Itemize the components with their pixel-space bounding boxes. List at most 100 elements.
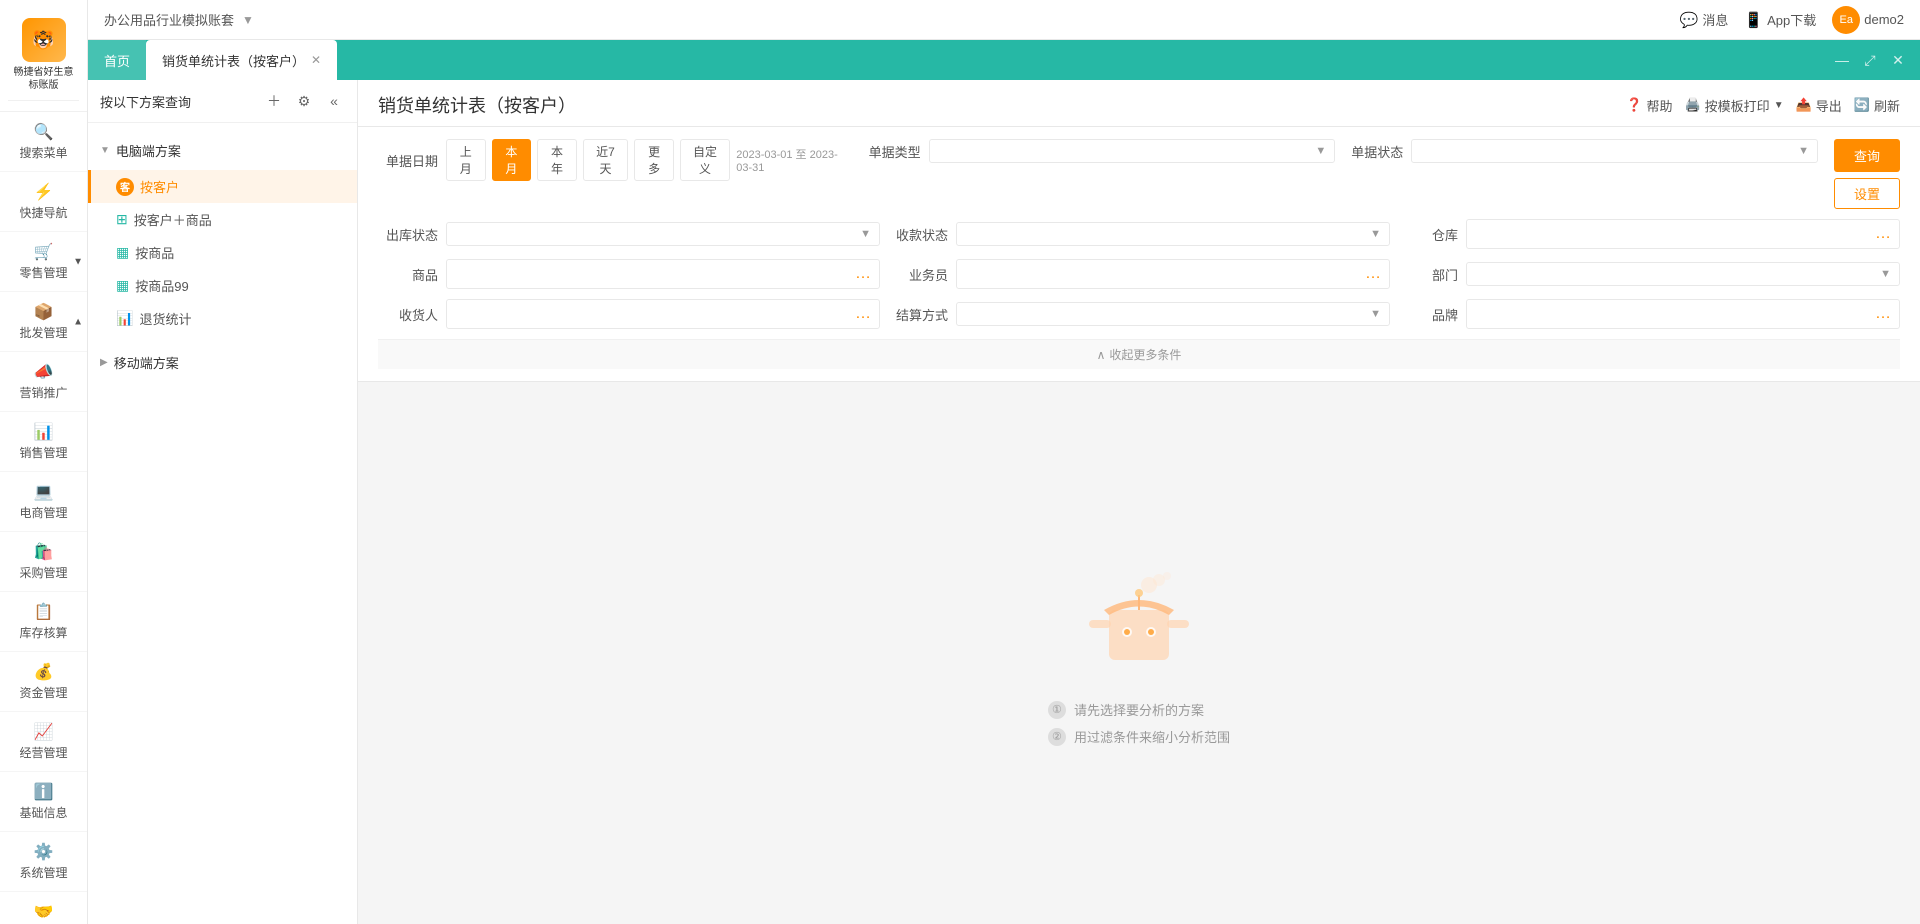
logo-text: 畅捷省好生意 标账版 [12, 66, 75, 92]
sidebar-item-basic[interactable]: ℹ️ 基础信息 [0, 772, 87, 832]
add-icon: ＋ [267, 91, 281, 111]
settlement-label: 结算方式 [888, 305, 948, 324]
collapse-row[interactable]: ∧ 收起更多条件 [378, 339, 1900, 369]
sidebar-item-wholesale[interactable]: 📦 批发管理 ▲ [0, 292, 87, 352]
header-dropdown-icon[interactable]: ▼ [242, 13, 254, 27]
export-btn[interactable]: 📤 导出 [1796, 96, 1842, 115]
sidebar-item-marketing[interactable]: 📣 营销推广 [0, 352, 87, 412]
logo: 🐯 畅捷省好生意 标账版 [0, 0, 87, 112]
settings-scheme-btn[interactable]: ⚙ [293, 90, 315, 112]
action-buttons: 查询 设置 [1826, 139, 1900, 209]
date-btn-7days[interactable]: 近7天 [583, 139, 629, 181]
table-icon: ▦ [116, 244, 129, 261]
header-left: 办公用品行业模拟账套 ▼ [104, 10, 254, 29]
outbound-select[interactable]: ▼ [446, 222, 880, 246]
sidebar-item-search[interactable]: 🔍 搜索菜单 [0, 112, 87, 172]
logo-icon: 🐯 [22, 18, 66, 62]
template-print-btn[interactable]: 🖨️ 按模板打印 ▼ [1684, 96, 1783, 115]
tree-item-by-product[interactable]: ▦ 按商品 [88, 236, 357, 269]
user-menu[interactable]: Ea demo2 [1832, 6, 1904, 34]
mobile-section-header[interactable]: ▶ 移动端方案 [88, 347, 357, 378]
sidebar-item-purchase[interactable]: 🛍️ 采购管理 [0, 532, 87, 592]
window-controls: — ⤢ ✕ [1820, 50, 1920, 70]
ecommerce-icon: 💻 [4, 482, 83, 502]
empty-tip-1: ① 请先选择要分析的方案 [1048, 700, 1230, 719]
consignee-label: 收货人 [378, 305, 438, 324]
date-btn-custom[interactable]: 自定义 [680, 139, 730, 181]
gear-icon: ⚙ [298, 93, 311, 110]
query-btn[interactable]: 查询 [1834, 139, 1900, 172]
tree-item-product-99[interactable]: ▦ 按商品99 [88, 269, 357, 302]
retail-icon: 🛒 [4, 242, 83, 262]
sidebar-item-inventory[interactable]: 📋 库存核算 [0, 592, 87, 652]
warehouse-select[interactable]: … [1466, 219, 1900, 249]
desktop-section: ▼ 电脑端方案 客 按客户 ⊞ 按客户＋商品 ▦ [88, 131, 357, 343]
print-dropdown-icon: ▼ [1774, 100, 1784, 111]
date-range: 2023-03-01 至 2023-03-31 [736, 146, 852, 174]
consignee-select[interactable]: … [446, 299, 880, 329]
window-close-btn[interactable]: ✕ [1888, 50, 1908, 70]
window-minimize-btn[interactable]: — [1832, 50, 1852, 70]
doc-type-chevron: ▼ [1315, 145, 1326, 157]
tree-item-by-customer[interactable]: 客 按客户 [88, 170, 357, 203]
product-select[interactable]: … [446, 259, 880, 289]
warehouse-ellipsis[interactable]: … [1875, 225, 1891, 243]
retail-arrow: ▼ [73, 256, 83, 267]
sidebar-item-system[interactable]: ⚙️ 系统管理 [0, 832, 87, 892]
tree-item-customer-product[interactable]: ⊞ 按客户＋商品 [88, 203, 357, 236]
settings-btn[interactable]: 设置 [1834, 178, 1900, 209]
department-label: 部门 [1398, 265, 1458, 284]
sidebar-item-quicknav[interactable]: ⚡ 快捷导航 [0, 172, 87, 232]
doc-type-select[interactable]: ▼ [929, 139, 1336, 163]
consignee-ellipsis[interactable]: … [855, 305, 871, 323]
app-download-btn[interactable]: 📱 App下载 [1744, 10, 1816, 29]
sidebar-item-finance[interactable]: 💰 资金管理 [0, 652, 87, 712]
help-btn[interactable]: ❓ 帮助 [1626, 96, 1672, 115]
messages-btn[interactable]: 💬 消息 [1680, 10, 1729, 29]
refresh-btn[interactable]: 🔄 刷新 [1854, 96, 1900, 115]
sidebar-item-operations[interactable]: 📈 经营管理 [0, 712, 87, 772]
add-scheme-btn[interactable]: ＋ [263, 90, 285, 112]
settlement-chevron: ▼ [1370, 308, 1381, 320]
doc-status-select[interactable]: ▼ [1411, 139, 1818, 163]
date-btn-lastmonth[interactable]: 上月 [446, 139, 486, 181]
avatar: Ea [1832, 6, 1860, 34]
refresh-icon: 🔄 [1854, 97, 1870, 113]
tab-home[interactable]: 首页 [88, 40, 146, 80]
tab-close-icon[interactable]: ✕ [311, 53, 321, 67]
date-btn-more[interactable]: 更多 [634, 139, 674, 181]
tree-item-label: 按商品99 [135, 276, 188, 295]
sidebar-item-sales[interactable]: 📊 销售管理 [0, 412, 87, 472]
tip-num-2: ② [1048, 728, 1066, 746]
finance-icon: 💰 [4, 662, 83, 682]
header-title: 办公用品行业模拟账套 [104, 10, 234, 29]
desktop-section-header[interactable]: ▼ 电脑端方案 [88, 135, 357, 166]
search-icon: 🔍 [4, 122, 83, 142]
payment-select[interactable]: ▼ [956, 222, 1390, 246]
date-btn-thismonth[interactable]: 本月 [492, 139, 532, 181]
payment-chevron: ▼ [1370, 228, 1381, 240]
payment-label: 收款状态 [888, 225, 948, 244]
tree-item-label: 退货统计 [139, 309, 191, 328]
left-panel-actions: ＋ ⚙ « [263, 90, 345, 112]
salesperson-ellipsis[interactable]: … [1365, 265, 1381, 283]
department-select[interactable]: ▼ [1466, 262, 1900, 286]
sidebar-item-retail[interactable]: 🛒 零售管理 ▼ [0, 232, 87, 292]
salesperson-select[interactable]: … [956, 259, 1390, 289]
brand-select[interactable]: … [1466, 299, 1900, 329]
outbound-chevron: ▼ [860, 228, 871, 240]
doc-status-chevron: ▼ [1798, 145, 1809, 157]
date-btn-thisyear[interactable]: 本年 [537, 139, 577, 181]
tab-sales-stats[interactable]: 销货单统计表（按客户） ✕ [146, 40, 337, 80]
purchase-icon: 🛍️ [4, 542, 83, 562]
settlement-select[interactable]: ▼ [956, 302, 1390, 326]
customer-icon: 客 [116, 178, 134, 196]
product-ellipsis[interactable]: … [855, 265, 871, 283]
window-maximize-btn[interactable]: ⤢ [1860, 50, 1880, 70]
sidebar-item-ecommerce[interactable]: 💻 电商管理 [0, 472, 87, 532]
brand-ellipsis[interactable]: … [1875, 305, 1891, 323]
collapse-panel-btn[interactable]: « [323, 90, 345, 112]
outbound-label: 出库状态 [378, 225, 438, 244]
sidebar-item-cooperation[interactable]: 🤝 企业协同 [0, 892, 87, 924]
tree-item-return-stats[interactable]: 📊 退货统计 [88, 302, 357, 335]
